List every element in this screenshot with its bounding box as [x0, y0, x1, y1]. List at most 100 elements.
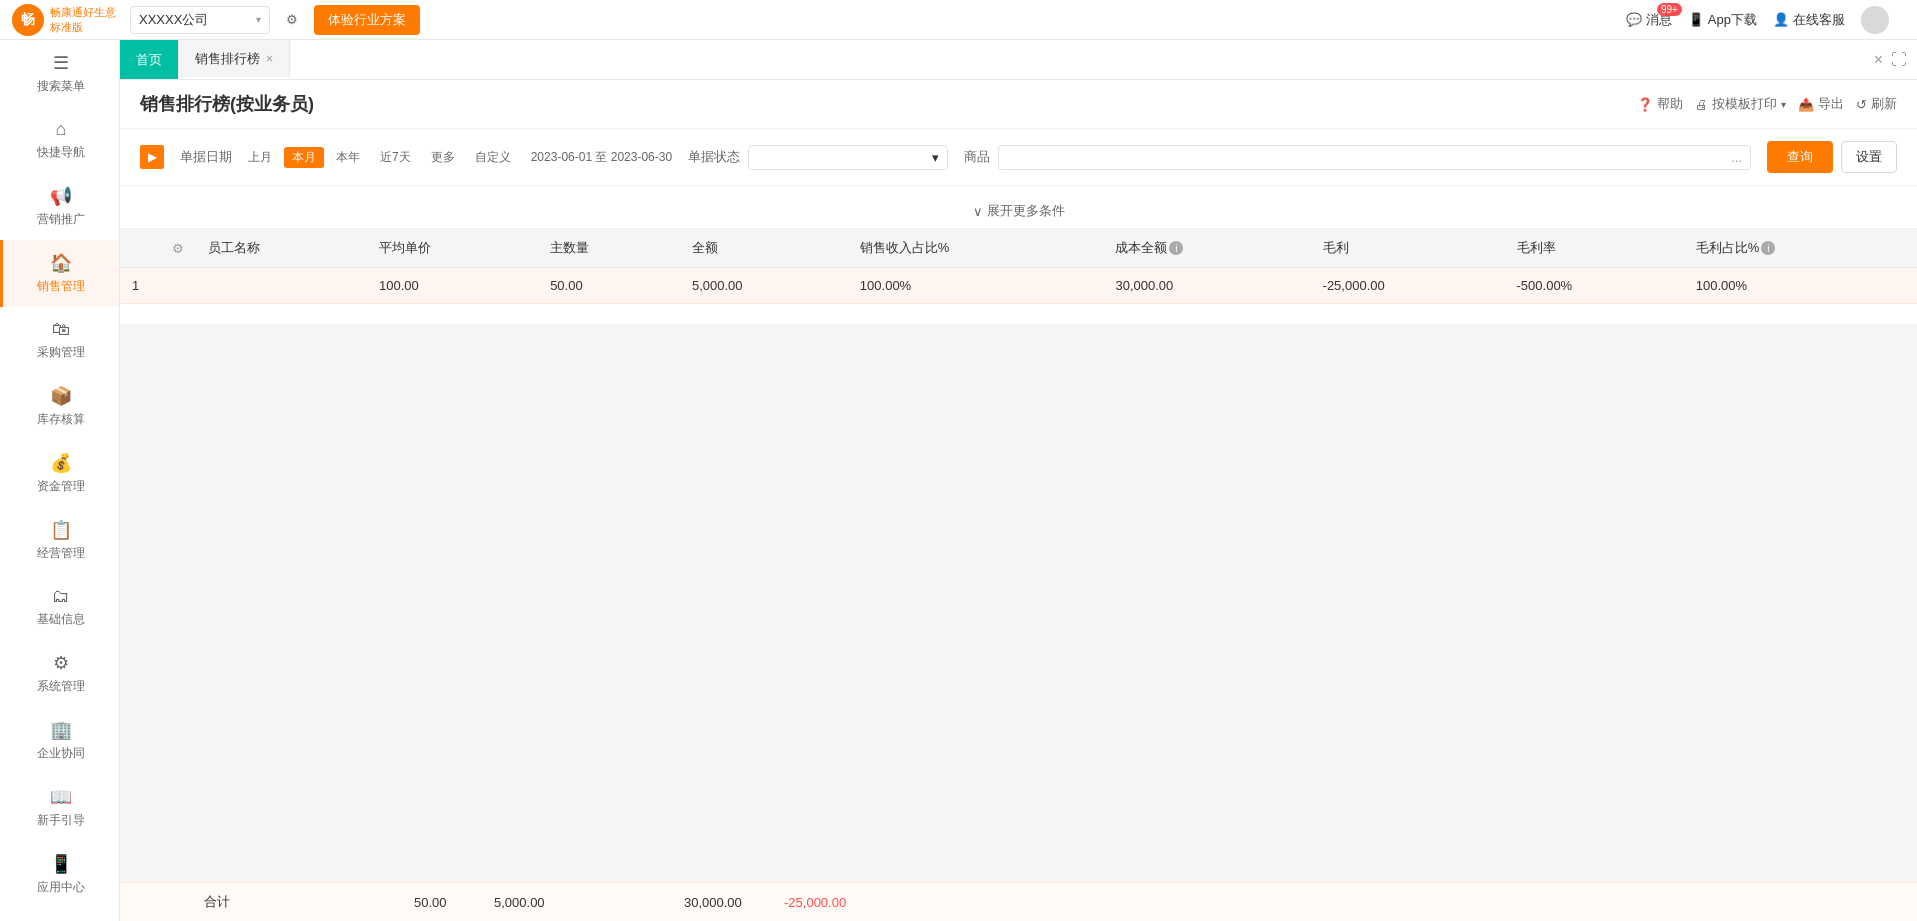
- refresh-button[interactable]: ↺ 刷新: [1856, 95, 1897, 113]
- tab-close-icon[interactable]: ×: [266, 52, 273, 66]
- th-name: 员工名称: [196, 229, 367, 268]
- sidebar-item-label: 经营管理: [37, 545, 85, 562]
- th-rank: [120, 229, 160, 268]
- app-logo: 畅 畅康通好生意 标准版: [12, 4, 122, 36]
- download-icon: 📱: [1688, 12, 1704, 27]
- sidebar-item-label: 新手引导: [37, 812, 85, 829]
- cell-main-qty: 50.00: [538, 268, 680, 304]
- print-icon: 🖨: [1695, 97, 1708, 112]
- top-bar: 畅 畅康通好生意 标准版 XXXXX公司 ▾ ⚙ 体验行业方案 💬 消息 99+…: [0, 0, 1917, 40]
- tab-close-all-icon[interactable]: ×: [1874, 51, 1883, 69]
- sidebar-item-inventory[interactable]: 📦 库存核算: [0, 373, 119, 440]
- date-option-last-month[interactable]: 上月: [240, 147, 280, 168]
- date-filter-label: 单据日期: [180, 148, 232, 166]
- tab-bar-actions: × ⛶: [1874, 51, 1917, 69]
- sidebar-item-label: 库存核算: [37, 411, 85, 428]
- filter-settings-button[interactable]: 设置: [1841, 141, 1897, 173]
- sidebar-item-baseinfo[interactable]: 🗂 基础信息: [0, 574, 119, 640]
- cell-gross-profit: -25,000.00: [1311, 268, 1505, 304]
- page-inner: 销售排行榜(按业务员) ❓ 帮助 🖨 按模板打印 ▾: [120, 80, 1917, 324]
- topbar-settings-button[interactable]: ⚙: [278, 6, 306, 34]
- grosspct-info-icon[interactable]: i: [1761, 241, 1775, 255]
- sidebar-item-system[interactable]: ⚙ 系统管理: [0, 640, 119, 707]
- date-option-this-month[interactable]: 本月: [284, 147, 324, 168]
- marketing-icon: 📢: [50, 185, 72, 207]
- tab-maximize-icon[interactable]: ⛶: [1891, 51, 1907, 69]
- sidebar-item-operations[interactable]: 📋 经营管理: [0, 507, 119, 574]
- expand-more-bar: ∨ 展开更多条件: [120, 186, 1917, 229]
- print-button[interactable]: 🖨 按模板打印 ▾: [1695, 95, 1786, 113]
- status-filter: 单据状态 ▾: [688, 145, 948, 170]
- baseinfo-icon: 🗂: [52, 586, 70, 607]
- date-option-more[interactable]: 更多: [423, 147, 463, 168]
- table-footer: 合计 50.00 5,000.00 30,000.00 -25,000.00: [120, 882, 1917, 921]
- sidebar-item-wechat[interactable]: 💬 企业微信: [0, 908, 119, 921]
- tab-home[interactable]: 首页: [120, 40, 179, 79]
- status-select[interactable]: ▾: [748, 145, 948, 170]
- date-option-this-year[interactable]: 本年: [328, 147, 368, 168]
- sidebar-item-marketing[interactable]: 📢 营销推广: [0, 173, 119, 240]
- th-main-qty: 主数量: [538, 229, 680, 268]
- company-name: XXXXX公司: [139, 11, 252, 29]
- cost-info-icon[interactable]: i: [1169, 241, 1183, 255]
- th-gross-pct: 毛利占比% i: [1684, 229, 1917, 268]
- app-download-button[interactable]: 📱 App下载: [1688, 11, 1757, 29]
- print-caret-icon: ▾: [1781, 99, 1786, 110]
- sidebar-item-label: 资金管理: [37, 478, 85, 495]
- th-gross-profit: 毛利: [1311, 229, 1505, 268]
- column-settings-icon[interactable]: ⚙: [172, 241, 184, 256]
- expand-more-button[interactable]: ∨ 展开更多条件: [973, 202, 1065, 220]
- tab-home-label: 首页: [136, 51, 162, 69]
- purchase-icon: 🛍: [52, 319, 70, 340]
- expand-more-label: 展开更多条件: [987, 202, 1065, 220]
- sidebar-item-quicknav[interactable]: ⌂ 快捷导航: [0, 107, 119, 173]
- sidebar-item-purchase[interactable]: 🛍 采购管理: [0, 307, 119, 373]
- service-icon: 👤: [1773, 12, 1789, 27]
- cell-name: [196, 268, 367, 304]
- user-avatar[interactable]: [1861, 6, 1889, 34]
- data-table: ⚙ 员工名称 平均单价 主数量 全额 销售收入占比% 成本: [120, 229, 1917, 304]
- th-amount: 全额: [680, 229, 848, 268]
- cell-sales-pct: 100.00%: [848, 268, 1104, 304]
- table-header-row: ⚙ 员工名称 平均单价 主数量 全额 销售收入占比% 成本: [120, 229, 1917, 268]
- tab-bar: 首页 销售排行榜 × × ⛶: [120, 40, 1917, 80]
- query-button[interactable]: 查询: [1767, 141, 1833, 173]
- footer-amount: 5,000.00: [494, 895, 584, 910]
- date-range-label: 2023-06-01 至 2023-06-30: [531, 149, 672, 166]
- th-settings: ⚙: [160, 229, 196, 268]
- goods-more-link[interactable]: ...: [1731, 150, 1742, 165]
- help-icon: ❓: [1637, 97, 1653, 112]
- cell-rank: 1: [120, 268, 160, 304]
- date-option-custom[interactable]: 自定义: [467, 147, 519, 168]
- home-icon: ⌂: [56, 119, 67, 140]
- notification-button[interactable]: 💬 消息 99+: [1626, 11, 1672, 29]
- tab-sales-rank-label: 销售排行榜: [195, 50, 260, 68]
- filter-toggle-button[interactable]: ▶: [140, 145, 164, 169]
- table-head: ⚙ 员工名称 平均单价 主数量 全额 销售收入占比% 成本: [120, 229, 1917, 268]
- sidebar-item-sales[interactable]: 🏠 销售管理: [0, 240, 119, 307]
- sidebar-item-label: 快捷导航: [37, 144, 85, 161]
- sidebar-item-appcenter[interactable]: 📱 应用中心: [0, 841, 119, 908]
- notification-badge: 99+: [1657, 3, 1682, 16]
- cell-gross-pct: 100.00%: [1684, 268, 1917, 304]
- sidebar-item-newbie[interactable]: 📖 新手引导: [0, 774, 119, 841]
- cell-avg-price: 100.00: [367, 268, 538, 304]
- sidebar-item-finance[interactable]: 💰 资金管理: [0, 440, 119, 507]
- help-button[interactable]: ❓ 帮助: [1637, 95, 1683, 113]
- sidebar-item-search[interactable]: ☰ 搜索菜单: [0, 40, 119, 107]
- footer-row: 合计 50.00 5,000.00 30,000.00 -25,000.00: [132, 893, 1905, 911]
- inventory-icon: 📦: [50, 385, 72, 407]
- sidebar-item-label: 应用中心: [37, 879, 85, 896]
- company-selector[interactable]: XXXXX公司 ▾: [130, 6, 270, 34]
- logo-icon: 畅: [12, 4, 44, 36]
- date-option-last7[interactable]: 近7天: [372, 147, 419, 168]
- page-header-actions: ❓ 帮助 🖨 按模板打印 ▾ 📤 导出: [1637, 95, 1897, 113]
- export-button[interactable]: 📤 导出: [1798, 95, 1844, 113]
- online-service-button[interactable]: 👤 在线客服: [1773, 11, 1845, 29]
- sidebar-item-enterprise[interactable]: 🏢 企业协同: [0, 707, 119, 774]
- goods-filter: 商品 ...: [964, 145, 1751, 170]
- tab-sales-rank[interactable]: 销售排行榜 ×: [179, 40, 290, 79]
- trial-button[interactable]: 体验行业方案: [314, 5, 420, 35]
- search-menu-icon: ☰: [53, 52, 69, 74]
- goods-input[interactable]: ...: [998, 145, 1751, 170]
